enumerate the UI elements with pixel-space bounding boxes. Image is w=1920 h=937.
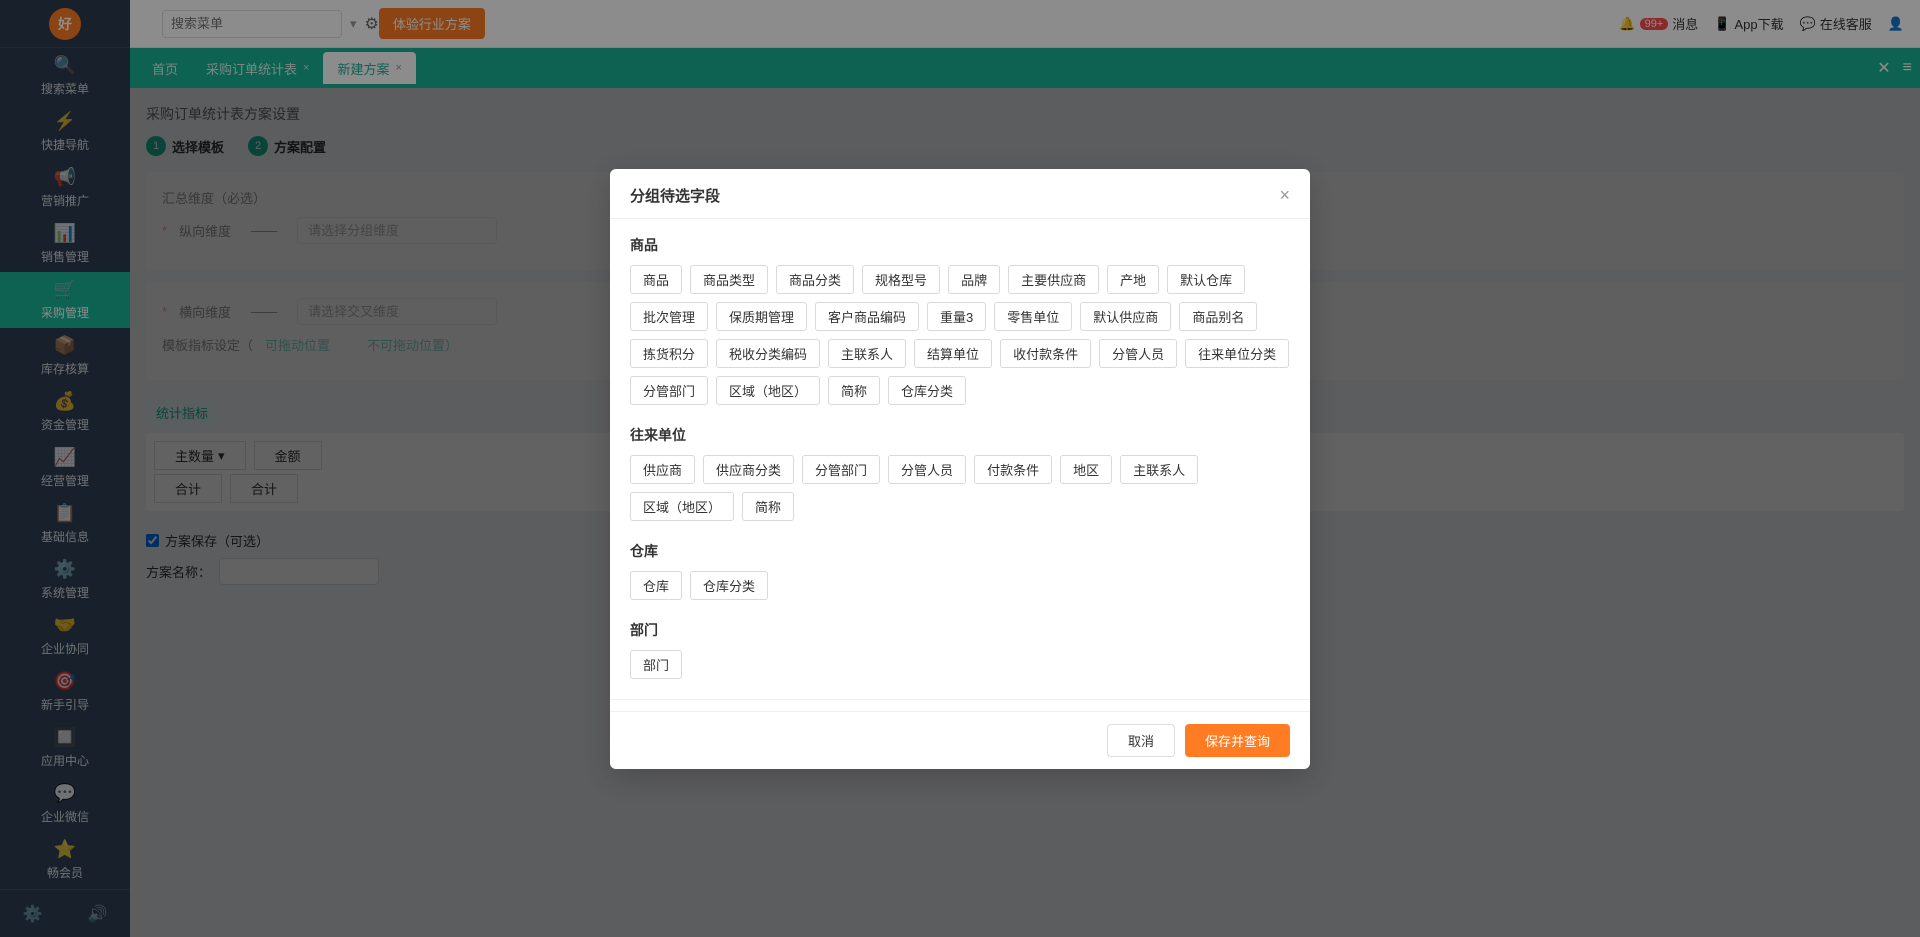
field-tag[interactable]: 批次管理 — [630, 302, 708, 331]
field-tag[interactable]: 供应商分类 — [703, 455, 794, 484]
field-tag[interactable]: 默认供应商 — [1080, 302, 1171, 331]
field-tag[interactable]: 品牌 — [948, 265, 1000, 294]
modal-horizontal-scrollbar[interactable] — [610, 699, 1310, 711]
field-group-warehouse-title: 仓库 — [630, 541, 1290, 561]
modal-title: 分组待选字段 — [630, 185, 720, 206]
field-select-modal: 分组待选字段 × 商品 商品 商品类型 商品分类 规格型号 品牌 主要供应商 产… — [610, 169, 1310, 769]
field-group-warehouse: 仓库 仓库 仓库分类 — [630, 541, 1290, 600]
field-tag[interactable]: 重量3 — [927, 302, 986, 331]
field-tag[interactable]: 地区 — [1060, 455, 1112, 484]
field-tag[interactable]: 仓库分类 — [690, 571, 768, 600]
field-tag[interactable]: 客户商品编码 — [815, 302, 919, 331]
field-tag[interactable]: 分管部门 — [630, 376, 708, 405]
modal-cancel-button[interactable]: 取消 — [1107, 724, 1175, 757]
field-group-department: 部门 部门 — [630, 620, 1290, 679]
field-tag[interactable]: 主联系人 — [1120, 455, 1198, 484]
field-tag[interactable]: 区域（地区） — [630, 492, 734, 521]
field-group-product: 商品 商品 商品类型 商品分类 规格型号 品牌 主要供应商 产地 默认仓库 批次… — [630, 235, 1290, 405]
field-tag[interactable]: 规格型号 — [862, 265, 940, 294]
field-group-product-title: 商品 — [630, 235, 1290, 255]
field-tag[interactable]: 分管人员 — [888, 455, 966, 484]
field-tag[interactable]: 拣货积分 — [630, 339, 708, 368]
field-tags-warehouse: 仓库 仓库分类 — [630, 571, 1290, 600]
field-tag[interactable]: 商品分类 — [776, 265, 854, 294]
field-tag[interactable]: 结算单位 — [914, 339, 992, 368]
field-tag[interactable]: 仓库分类 — [888, 376, 966, 405]
field-group-department-title: 部门 — [630, 620, 1290, 640]
field-tag[interactable]: 主联系人 — [828, 339, 906, 368]
field-tags-partner: 供应商 供应商分类 分管部门 分管人员 付款条件 地区 主联系人 区域（地区） … — [630, 455, 1290, 521]
field-tag[interactable]: 部门 — [630, 650, 682, 679]
field-tag[interactable]: 简称 — [742, 492, 794, 521]
field-tag[interactable]: 商品 — [630, 265, 682, 294]
field-group-partner-title: 往来单位 — [630, 425, 1290, 445]
modal-footer: 取消 保存并查询 — [610, 711, 1310, 769]
field-tag[interactable]: 零售单位 — [994, 302, 1072, 331]
field-tag[interactable]: 付款条件 — [974, 455, 1052, 484]
field-tag[interactable]: 主要供应商 — [1008, 265, 1099, 294]
field-tags-product: 商品 商品类型 商品分类 规格型号 品牌 主要供应商 产地 默认仓库 批次管理 … — [630, 265, 1290, 405]
modal-header: 分组待选字段 × — [610, 169, 1310, 219]
field-group-partner: 往来单位 供应商 供应商分类 分管部门 分管人员 付款条件 地区 主联系人 区域… — [630, 425, 1290, 521]
field-tag[interactable]: 分管人员 — [1099, 339, 1177, 368]
field-tag[interactable]: 仓库 — [630, 571, 682, 600]
modal-close-button[interactable]: × — [1279, 186, 1290, 204]
field-tag[interactable]: 简称 — [828, 376, 880, 405]
field-tag[interactable]: 供应商 — [630, 455, 695, 484]
field-tag[interactable]: 往来单位分类 — [1185, 339, 1289, 368]
field-tags-department: 部门 — [630, 650, 1290, 679]
modal-confirm-button[interactable]: 保存并查询 — [1185, 724, 1290, 757]
field-tag[interactable]: 默认仓库 — [1167, 265, 1245, 294]
field-tag[interactable]: 收付款条件 — [1000, 339, 1091, 368]
field-tag[interactable]: 分管部门 — [802, 455, 880, 484]
field-tag[interactable]: 保质期管理 — [716, 302, 807, 331]
field-tag[interactable]: 商品别名 — [1179, 302, 1257, 331]
field-tag[interactable]: 税收分类编码 — [716, 339, 820, 368]
field-tag[interactable]: 区域（地区） — [716, 376, 820, 405]
field-tag[interactable]: 商品类型 — [690, 265, 768, 294]
field-tag[interactable]: 产地 — [1107, 265, 1159, 294]
modal-body: 商品 商品 商品类型 商品分类 规格型号 品牌 主要供应商 产地 默认仓库 批次… — [610, 219, 1310, 699]
